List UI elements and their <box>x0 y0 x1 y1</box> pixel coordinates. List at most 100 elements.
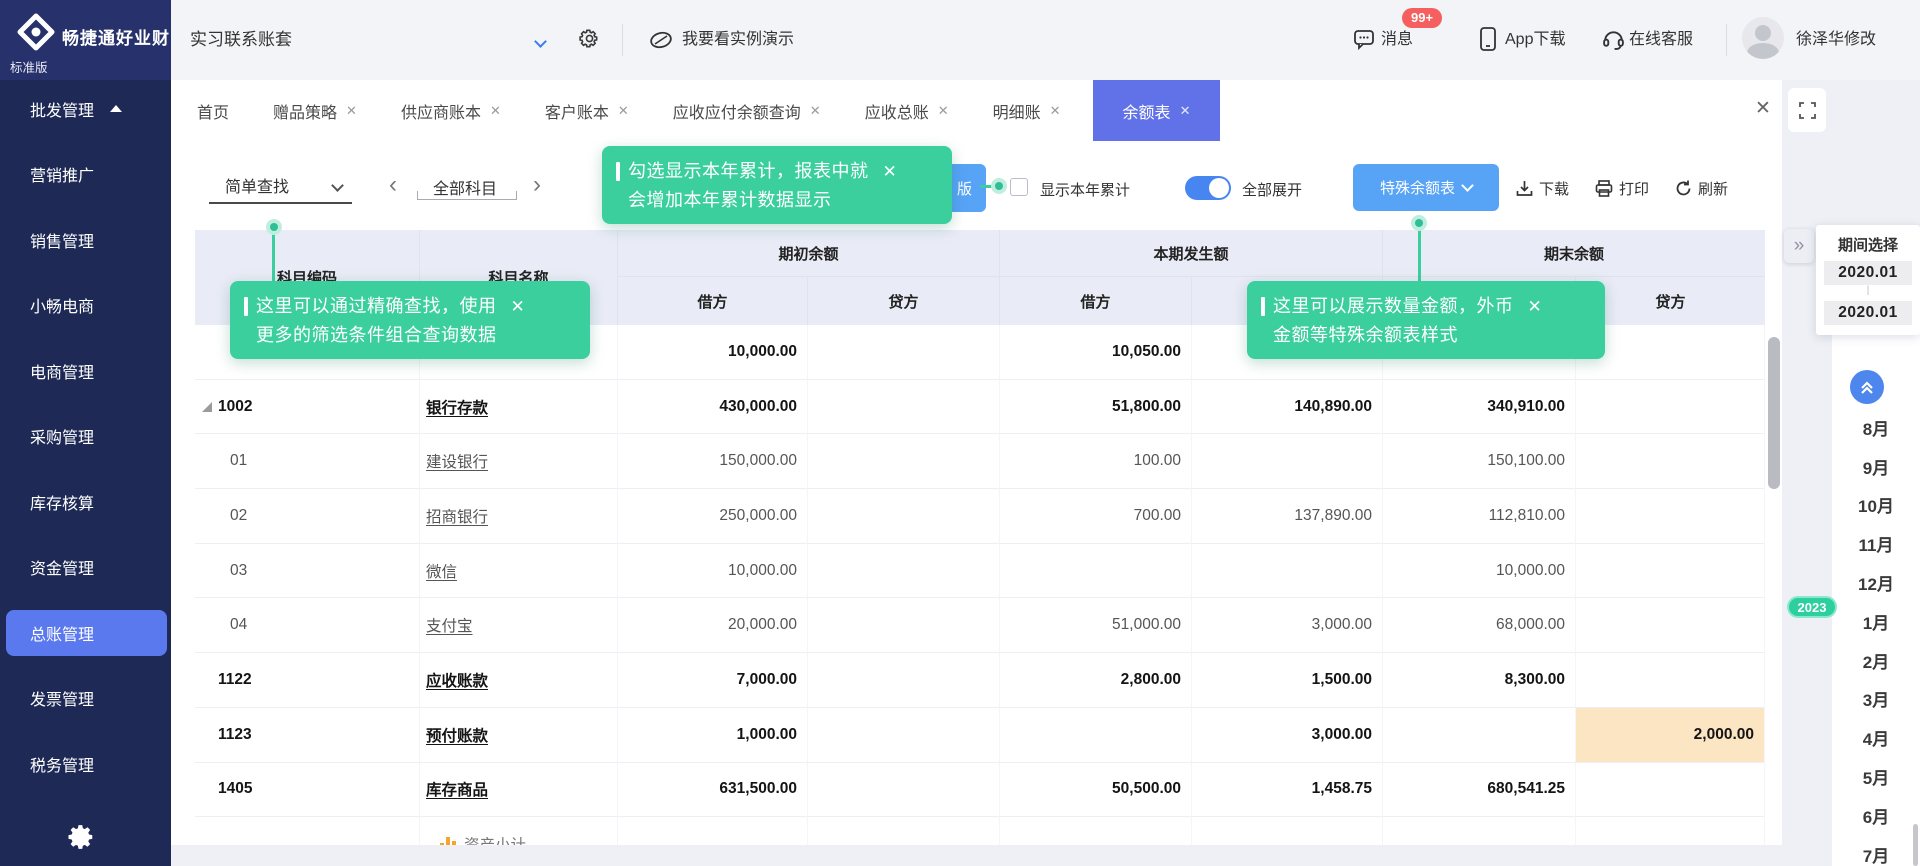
cell-amount <box>1000 707 1192 763</box>
cell-amount: 10,000.00 <box>618 325 808 380</box>
tab-item[interactable]: 应收总账 ✕ <box>865 80 949 141</box>
show-ytd-label[interactable]: 显示本年累计 <box>1040 179 1130 200</box>
tab-item[interactable]: 明细账 ✕ <box>993 80 1061 141</box>
cell-amount <box>808 325 1000 380</box>
messages-label[interactable]: 消息 <box>1381 28 1413 52</box>
account-code-text: 02 <box>230 506 248 524</box>
user-name[interactable]: 徐泽华修改 <box>1796 28 1876 52</box>
sidebar-item[interactable]: 营销推广 <box>0 142 171 208</box>
account-name-link[interactable]: 银行存款 <box>426 396 488 418</box>
tab-item[interactable]: 供应商账本 ✕ <box>401 80 501 141</box>
cell-amount: 3,000.00 <box>1192 707 1383 763</box>
tab-item[interactable]: 赠品策略 ✕ <box>273 80 357 141</box>
sidebar-item[interactable]: 总账管理 <box>0 600 171 666</box>
account-name-link[interactable]: 微信 <box>426 560 457 582</box>
phone-icon[interactable] <box>1477 26 1499 57</box>
chevron-down-icon[interactable] <box>331 177 344 195</box>
cell-amount: 7,000.00 <box>618 653 808 708</box>
account-name-link[interactable]: 预付账款 <box>426 724 488 746</box>
tab-close-icon[interactable]: ✕ <box>810 103 821 119</box>
month-item[interactable]: 2月 <box>1832 641 1920 680</box>
cell-account-name: 预付账款 <box>420 707 618 763</box>
avatar[interactable] <box>1742 17 1784 59</box>
month-item[interactable]: 10月 <box>1832 486 1920 525</box>
sidebar-item[interactable]: 小畅电商 <box>0 273 171 339</box>
account-name-link[interactable]: 招商银行 <box>426 505 488 527</box>
chevron-down-icon[interactable] <box>534 33 547 51</box>
account-name-link[interactable]: 建设银行 <box>426 450 488 472</box>
sidebar-item[interactable]: 销售管理 <box>0 207 171 273</box>
gear-icon[interactable] <box>578 27 601 55</box>
close-all-tabs-icon[interactable]: ✕ <box>1750 96 1776 122</box>
sidebar-item[interactable]: 采购管理 <box>0 404 171 470</box>
sidebar-gear-icon[interactable] <box>66 822 96 857</box>
tab-close-icon[interactable]: ✕ <box>1050 103 1061 119</box>
cell-amount: 100.00 <box>1000 434 1192 490</box>
sidebar-item[interactable]: 电商管理 <box>0 338 171 404</box>
month-item[interactable]: 7月 <box>1832 835 1920 866</box>
expand-all-label[interactable]: 全部展开 <box>1242 179 1302 200</box>
prev-subject-icon[interactable]: ‹ <box>389 173 397 197</box>
account-set-name[interactable]: 实习联系账套 <box>190 28 292 52</box>
next-subject-icon[interactable]: › <box>533 173 541 197</box>
month-item[interactable]: 11月 <box>1832 524 1920 563</box>
sidebar-item[interactable]: 库存核算 <box>0 469 171 535</box>
month-item[interactable]: 4月 <box>1832 718 1920 757</box>
close-icon[interactable]: ✕ <box>1528 292 1543 321</box>
cell-account-code: 1002 <box>195 379 420 435</box>
tab-item[interactable]: 客户账本 ✕ <box>545 80 629 141</box>
tab-close-icon[interactable]: ✕ <box>490 103 501 119</box>
cell-amount <box>808 489 1000 544</box>
table-scrollbar[interactable] <box>1768 337 1780 489</box>
cell-account-code: 1122 <box>195 653 420 708</box>
close-icon[interactable]: ✕ <box>511 292 526 321</box>
fullscreen-button[interactable] <box>1788 88 1826 132</box>
headset-icon[interactable] <box>1601 26 1626 56</box>
sidebar-item[interactable]: 批发管理 <box>0 76 171 142</box>
expand-caret-icon[interactable] <box>202 401 212 412</box>
period-from[interactable]: 2020.01 <box>1824 261 1912 285</box>
month-item[interactable]: 8月 <box>1832 408 1920 447</box>
search-mode-underline <box>209 202 352 204</box>
refresh-button[interactable]: 刷新 <box>1675 178 1728 199</box>
cell-amount <box>618 817 808 845</box>
sidebar-item-label: 资金管理 <box>30 561 95 579</box>
sidebar-item[interactable]: 发票管理 <box>0 666 171 732</box>
sidebar-item[interactable]: 税务管理 <box>0 731 171 797</box>
special-balance-table-button[interactable]: 特殊余额表 <box>1353 164 1499 211</box>
month-item[interactable]: 3月 <box>1832 680 1920 719</box>
online-service-label[interactable]: 在线客服 <box>1629 28 1693 52</box>
tab-item[interactable]: 应收应付余额查询 ✕ <box>673 80 821 141</box>
month-item[interactable]: 6月 <box>1832 796 1920 835</box>
account-code-text: 03 <box>230 561 248 579</box>
cell-amount <box>1192 543 1383 599</box>
tab-close-icon[interactable]: ✕ <box>346 103 357 119</box>
scroll-months-up-button[interactable] <box>1850 370 1884 404</box>
tab-close-icon[interactable]: ✕ <box>938 103 949 119</box>
account-name-link[interactable]: 库存商品 <box>426 778 488 800</box>
month-item[interactable]: 9月 <box>1832 447 1920 486</box>
sidebar-item[interactable]: 资金管理 <box>0 535 171 601</box>
close-icon[interactable]: ✕ <box>883 157 898 186</box>
print-button[interactable]: 打印 <box>1595 178 1649 199</box>
month-item[interactable]: 5月 <box>1832 757 1920 796</box>
tab-close-icon[interactable]: ✕ <box>618 103 629 119</box>
message-icon[interactable] <box>1352 27 1376 56</box>
demo-link[interactable]: 我要看实例演示 <box>682 28 794 52</box>
tab-active[interactable]: 余额表 ✕ <box>1092 80 1221 141</box>
period-to[interactable]: 2020.01 <box>1824 301 1912 325</box>
account-name-link[interactable]: 支付宝 <box>426 614 473 636</box>
app-download-label[interactable]: App下载 <box>1505 28 1565 52</box>
topbar: 实习联系账套 我要看实例演示 消息 99+ App下载 在线客服 徐泽华修改 <box>171 0 1920 80</box>
tab-close-icon[interactable]: ✕ <box>1180 103 1191 119</box>
collapse-panel-icon[interactable]: » <box>1784 229 1814 263</box>
month-item[interactable]: 12月 <box>1832 563 1920 602</box>
account-name-link[interactable]: 应收账款 <box>426 669 488 691</box>
month-item[interactable]: 1月 <box>1832 602 1920 641</box>
expand-all-toggle[interactable] <box>1185 176 1231 200</box>
download-button[interactable]: 下载 <box>1516 178 1569 199</box>
tab-item[interactable]: 首页 <box>197 80 229 141</box>
cell-account-code: 1405 <box>195 762 420 818</box>
show-ytd-checkbox[interactable] <box>1010 178 1028 196</box>
search-mode-select[interactable]: 简单查找 <box>225 173 289 197</box>
